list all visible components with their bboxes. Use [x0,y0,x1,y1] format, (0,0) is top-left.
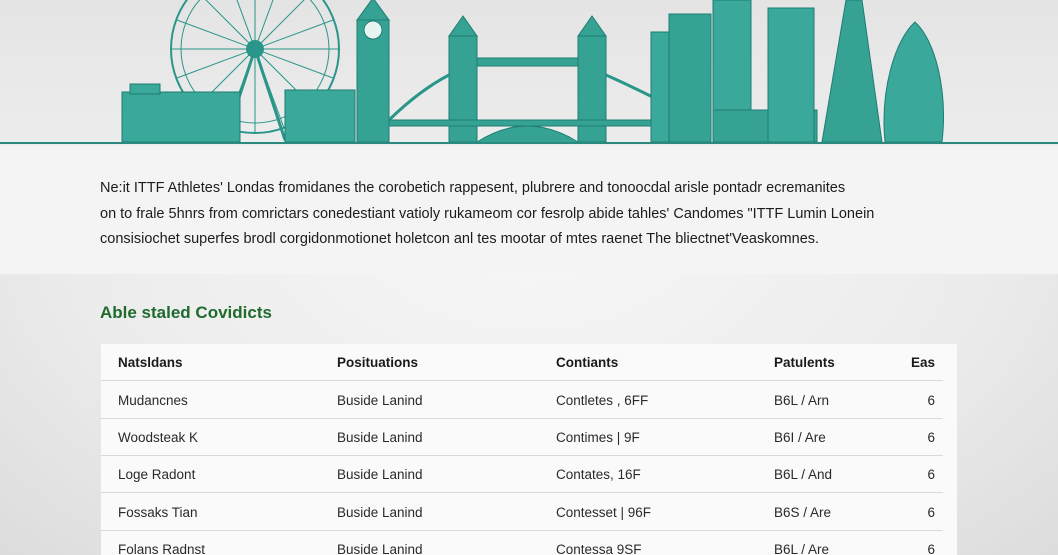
table-cell: B6I / Are [774,430,826,445]
intro-paragraph: Ne:it ITTF Athletes' Londas fromidanes t… [100,176,960,253]
column-header: Patulents [774,355,835,370]
shard-icon [821,0,883,143]
london-skyline-banner [0,0,1058,146]
intro-panel: Ne:it ITTF Athletes' Londas fromidanes t… [0,146,1058,274]
gherkin-icon [883,21,944,143]
table-cell: 6 [927,393,935,408]
table-cell: Mudancnes [118,393,188,408]
table-cell: Fossaks Tian [118,505,198,520]
table-cell: Buside Lanind [337,393,423,408]
table-cell: 6 [927,467,935,482]
table-cell: Contimes | 9F [556,430,640,445]
table-cell: B6L / And [774,467,833,482]
table-cell: Buside Lanind [337,505,423,520]
table-cell: B6L / Arn [774,393,830,408]
table-header-row: Natsldans Posituations Contiants Patulen… [101,344,943,381]
table-row[interactable]: Fossaks Tian Buside Lanind Contesset | 9… [101,494,943,531]
table-cell: B6L / Are [774,542,830,555]
table-row[interactable]: Mudancnes Buside Lanind Contletes , 6FF … [101,382,943,419]
table-cell: Buside Lanind [337,430,423,445]
table-cell: Contesset | 96F [556,505,652,520]
column-header: Eas [910,355,935,370]
data-table: Natsldans Posituations Contiants Patulen… [101,344,957,555]
table-cell: Loge Radont [118,467,196,482]
table-row[interactable]: Folans Radnst Buside Lanind Contessa 9SF… [101,531,943,555]
big-ben-icon [356,0,390,143]
intro-line: consisiochet superfes brodl corgidonmoti… [100,231,820,247]
table-cell: 6 [927,542,935,555]
table-cell: Folans Radnst [118,542,206,555]
column-header: Posituations [337,355,419,370]
table-cell: B6S / Are [774,505,832,520]
table-cell: 6 [927,505,935,520]
section-title: Able staled Covidicts [100,303,272,322]
table-cell: Buside Lanind [337,542,423,555]
london-skyline-illustration [0,0,1058,144]
table-cell: Contletes , 6FF [556,393,649,408]
table-cell: Buside Lanind [337,467,423,482]
table-cell: Contessa 9SF [556,542,642,555]
table-cell: Woodsteak K [118,430,199,445]
column-header: Natsldans [118,355,183,370]
intro-line: on to frale 5hnrs from comrictars conede… [100,205,875,222]
intro-line: Ne:it ITTF Athletes' Londas fromidanes t… [100,180,846,196]
table-row[interactable]: Woodsteak K Buside Lanind Contimes | 9F … [101,419,943,456]
table-cell: Contates, 16F [556,467,641,482]
column-header: Contiants [556,355,619,370]
table-row[interactable]: Loge Radont Buside Lanind Contates, 16F … [101,456,943,493]
table-cell: 6 [927,430,935,445]
